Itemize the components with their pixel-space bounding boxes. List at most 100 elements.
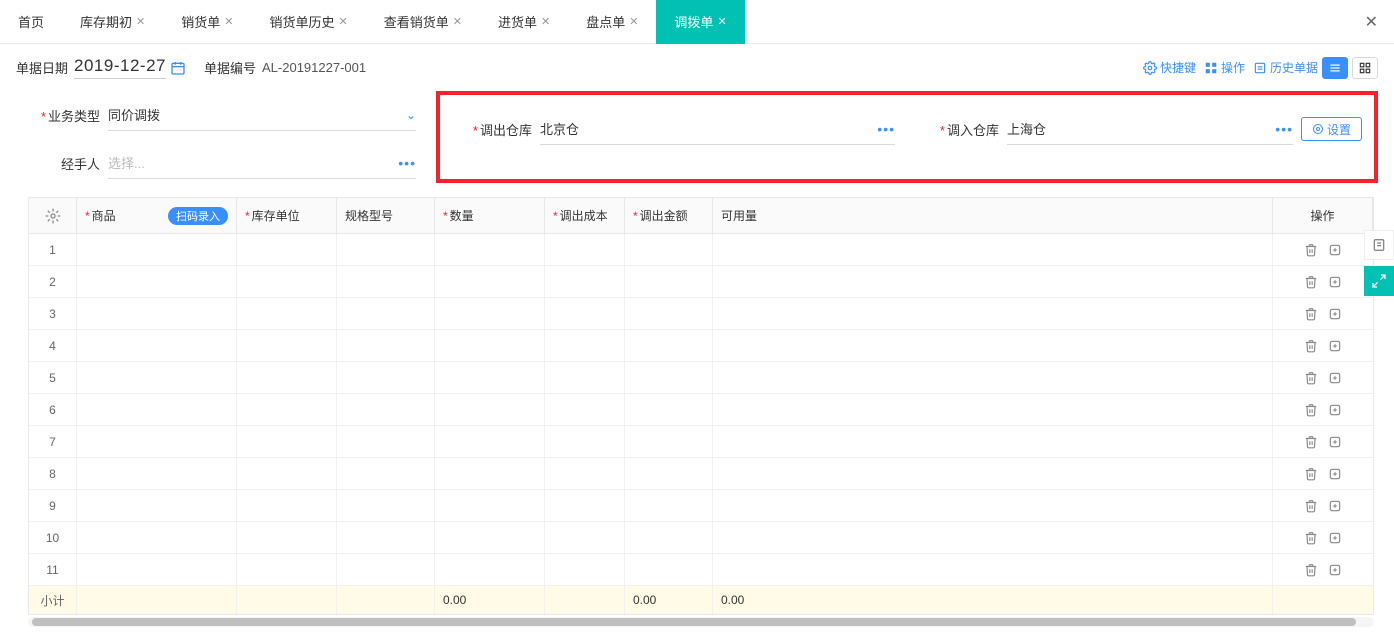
close-icon[interactable]: ✕	[224, 15, 233, 28]
cell-unit[interactable]	[237, 234, 337, 265]
grid-view-button[interactable]	[1352, 57, 1378, 79]
cell-avail[interactable]	[713, 522, 1273, 553]
tab-stocktake[interactable]: 盘点单✕	[568, 0, 656, 44]
table-row[interactable]: 6	[29, 394, 1373, 426]
cell-amount[interactable]	[625, 266, 713, 297]
cell-amount[interactable]	[625, 458, 713, 489]
cell-amount[interactable]	[625, 490, 713, 521]
cell-avail[interactable]	[713, 458, 1273, 489]
cell-unit[interactable]	[237, 554, 337, 585]
cell-unit[interactable]	[237, 362, 337, 393]
shortcut-link[interactable]: 快捷键	[1143, 59, 1196, 76]
cell-cost[interactable]	[545, 490, 625, 521]
cell-avail[interactable]	[713, 362, 1273, 393]
cell-qty[interactable]	[435, 554, 545, 585]
cell-qty[interactable]	[435, 362, 545, 393]
cell-unit[interactable]	[237, 394, 337, 425]
tab-purchase-order[interactable]: 进货单✕	[480, 0, 568, 44]
cell-qty[interactable]	[435, 330, 545, 361]
cell-product[interactable]	[77, 522, 237, 553]
delete-icon[interactable]	[1304, 563, 1318, 577]
close-icon[interactable]: ✕	[629, 15, 638, 28]
delete-icon[interactable]	[1304, 531, 1318, 545]
cell-cost[interactable]	[545, 234, 625, 265]
cell-cost[interactable]	[545, 458, 625, 489]
cell-unit[interactable]	[237, 458, 337, 489]
cell-product[interactable]	[77, 330, 237, 361]
list-view-button[interactable]	[1322, 57, 1348, 79]
cell-spec[interactable]	[337, 522, 435, 553]
cell-spec[interactable]	[337, 266, 435, 297]
delete-icon[interactable]	[1304, 403, 1318, 417]
close-icon[interactable]: ✕	[453, 15, 462, 28]
cell-cost[interactable]	[545, 362, 625, 393]
tab-inventory-init[interactable]: 库存期初✕	[62, 0, 163, 44]
out-wh-select[interactable]: 北京仓 •••	[540, 113, 895, 145]
cell-amount[interactable]	[625, 362, 713, 393]
close-icon[interactable]: ✕	[136, 15, 145, 28]
cell-cost[interactable]	[545, 394, 625, 425]
cell-spec[interactable]	[337, 458, 435, 489]
cell-spec[interactable]	[337, 362, 435, 393]
cell-qty[interactable]	[435, 266, 545, 297]
cell-qty[interactable]	[435, 234, 545, 265]
cell-product[interactable]	[77, 426, 237, 457]
cell-product[interactable]	[77, 234, 237, 265]
cell-product[interactable]	[77, 362, 237, 393]
cell-avail[interactable]	[713, 490, 1273, 521]
cell-amount[interactable]	[625, 298, 713, 329]
cell-qty[interactable]	[435, 522, 545, 553]
delete-icon[interactable]	[1304, 339, 1318, 353]
cell-qty[interactable]	[435, 298, 545, 329]
tab-transfer-order[interactable]: 调拨单✕	[656, 0, 744, 44]
cell-unit[interactable]	[237, 490, 337, 521]
horizontal-scrollbar[interactable]	[28, 617, 1374, 627]
close-all-icon[interactable]: ✕	[1349, 12, 1394, 32]
cell-product[interactable]	[77, 554, 237, 585]
table-row[interactable]: 7	[29, 426, 1373, 458]
table-row[interactable]: 4	[29, 330, 1373, 362]
cell-avail[interactable]	[713, 426, 1273, 457]
cell-avail[interactable]	[713, 394, 1273, 425]
cell-unit[interactable]	[237, 298, 337, 329]
tab-view-sales[interactable]: 查看销货单✕	[366, 0, 480, 44]
cell-avail[interactable]	[713, 234, 1273, 265]
add-icon[interactable]	[1328, 307, 1342, 321]
notes-side-button[interactable]	[1364, 230, 1394, 260]
cell-cost[interactable]	[545, 426, 625, 457]
add-icon[interactable]	[1328, 467, 1342, 481]
cell-qty[interactable]	[435, 426, 545, 457]
cell-cost[interactable]	[545, 330, 625, 361]
table-row[interactable]: 10	[29, 522, 1373, 554]
operate-link[interactable]: 操作	[1204, 59, 1245, 76]
cell-unit[interactable]	[237, 426, 337, 457]
add-icon[interactable]	[1328, 563, 1342, 577]
cell-cost[interactable]	[545, 266, 625, 297]
scan-badge[interactable]: 扫码录入	[168, 207, 228, 225]
cell-cost[interactable]	[545, 298, 625, 329]
handler-select[interactable]: 选择... •••	[108, 147, 416, 179]
cell-amount[interactable]	[625, 394, 713, 425]
cell-unit[interactable]	[237, 522, 337, 553]
cell-amount[interactable]	[625, 522, 713, 553]
table-row[interactable]: 11	[29, 554, 1373, 586]
add-icon[interactable]	[1328, 243, 1342, 257]
close-icon[interactable]: ✕	[541, 15, 550, 28]
cell-product[interactable]	[77, 458, 237, 489]
add-icon[interactable]	[1328, 275, 1342, 289]
cell-avail[interactable]	[713, 266, 1273, 297]
cell-spec[interactable]	[337, 298, 435, 329]
cell-spec[interactable]	[337, 330, 435, 361]
doc-date-value[interactable]: 2019-12-27	[74, 56, 166, 79]
delete-icon[interactable]	[1304, 275, 1318, 289]
cell-spec[interactable]	[337, 394, 435, 425]
delete-icon[interactable]	[1304, 435, 1318, 449]
cell-avail[interactable]	[713, 554, 1273, 585]
cell-qty[interactable]	[435, 458, 545, 489]
expand-side-button[interactable]	[1364, 266, 1394, 296]
cell-spec[interactable]	[337, 426, 435, 457]
cell-unit[interactable]	[237, 330, 337, 361]
table-row[interactable]: 8	[29, 458, 1373, 490]
cell-avail[interactable]	[713, 298, 1273, 329]
cell-qty[interactable]	[435, 490, 545, 521]
